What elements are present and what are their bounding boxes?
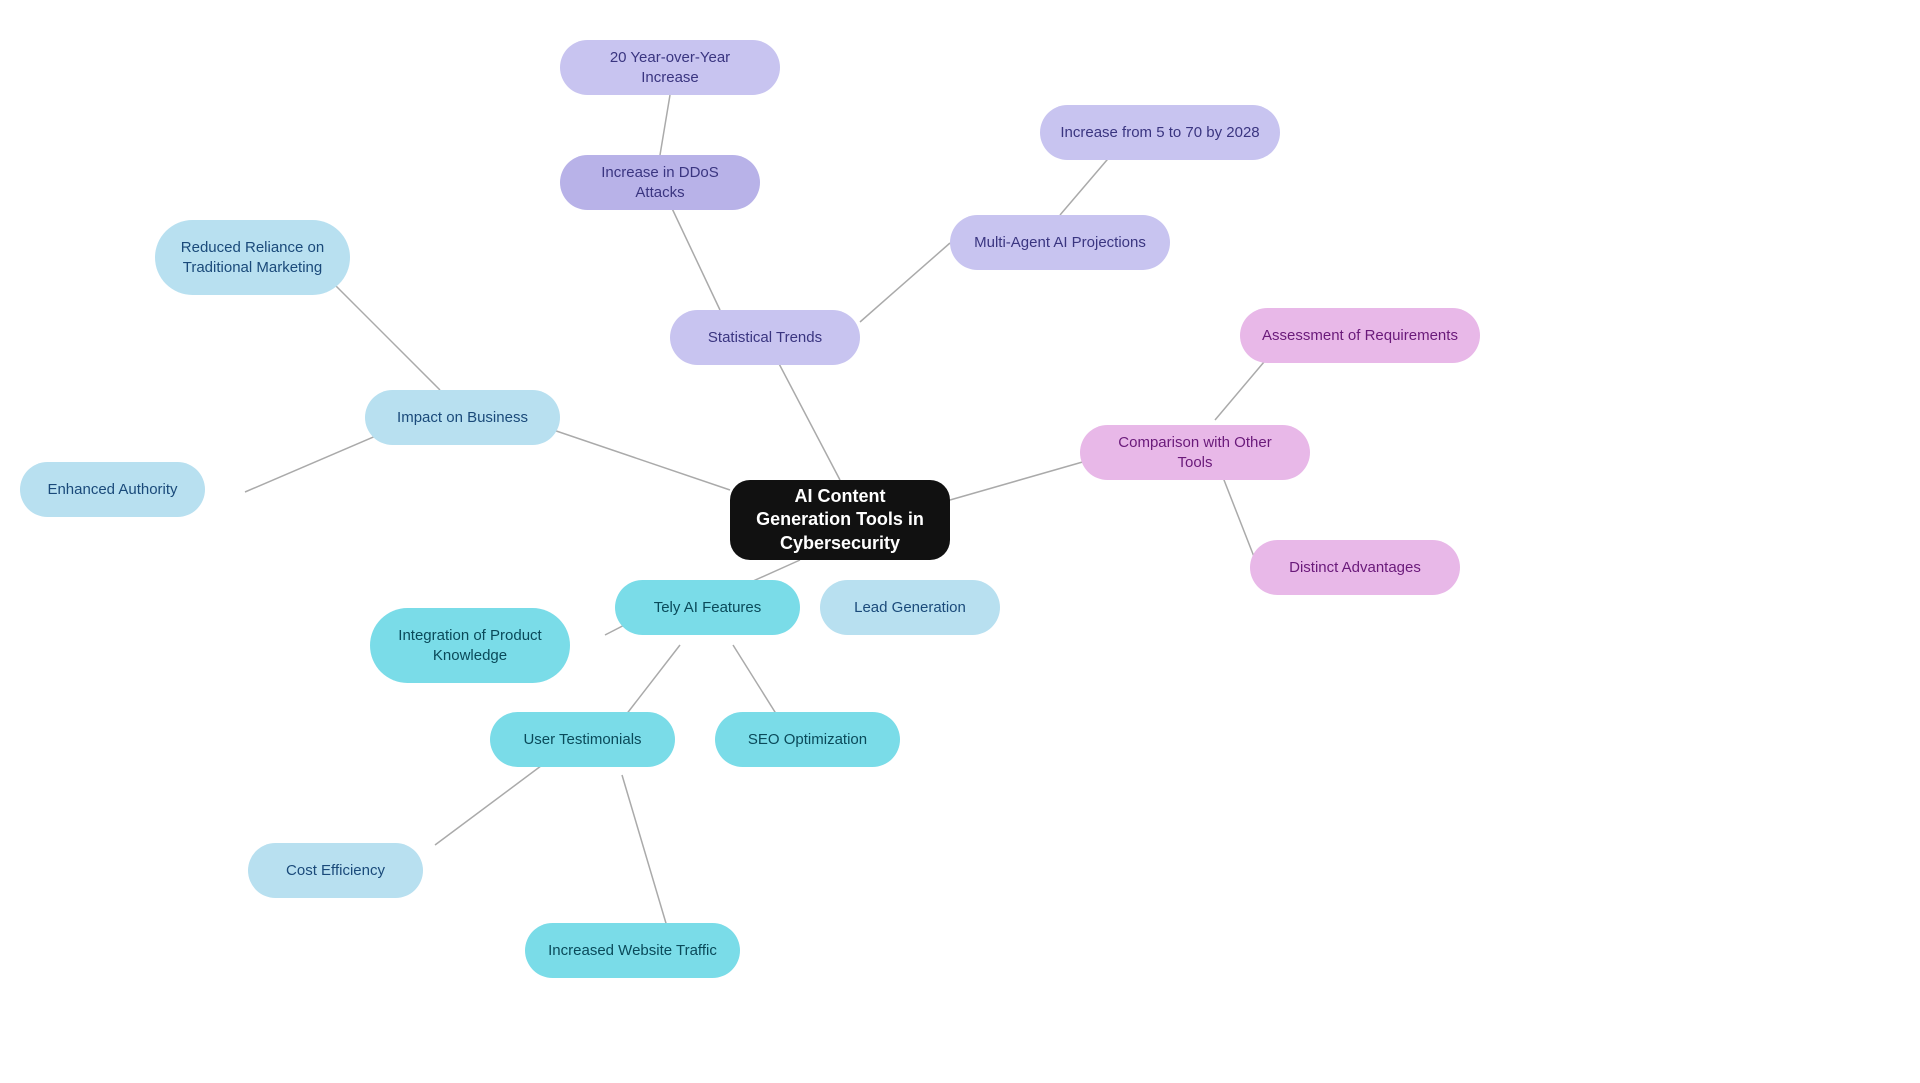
node-reduced-reliance: Reduced Reliance on Traditional Marketin… xyxy=(155,220,350,295)
node-distinct-advantages: Distinct Advantages xyxy=(1250,540,1460,595)
node-increase-from: Increase from 5 to 70 by 2028 xyxy=(1040,105,1280,160)
node-assessment: Assessment of Requirements xyxy=(1240,308,1480,363)
node-multi-agent: Multi-Agent AI Projections xyxy=(950,215,1170,270)
node-integration: Integration of Product Knowledge xyxy=(370,608,570,683)
node-user-testimonials: User Testimonials xyxy=(490,712,675,767)
node-increased-website: Increased Website Traffic xyxy=(525,923,740,978)
node-year-over-year: 20 Year-over-Year Increase xyxy=(560,40,780,95)
center-node: AI Content Generation Tools in Cybersecu… xyxy=(730,480,950,560)
node-tely-ai: Tely AI Features xyxy=(615,580,800,635)
node-statistical-trends: Statistical Trends xyxy=(670,310,860,365)
node-increase-ddos: Increase in DDoS Attacks xyxy=(560,155,760,210)
node-enhanced-authority: Enhanced Authority xyxy=(20,462,205,517)
node-impact-on-business: Impact on Business xyxy=(365,390,560,445)
node-seo-optimization: SEO Optimization xyxy=(715,712,900,767)
node-cost-efficiency: Cost Efficiency xyxy=(248,843,423,898)
node-lead-generation: Lead Generation xyxy=(820,580,1000,635)
node-comparison-tools: Comparison with Other Tools xyxy=(1080,425,1310,480)
